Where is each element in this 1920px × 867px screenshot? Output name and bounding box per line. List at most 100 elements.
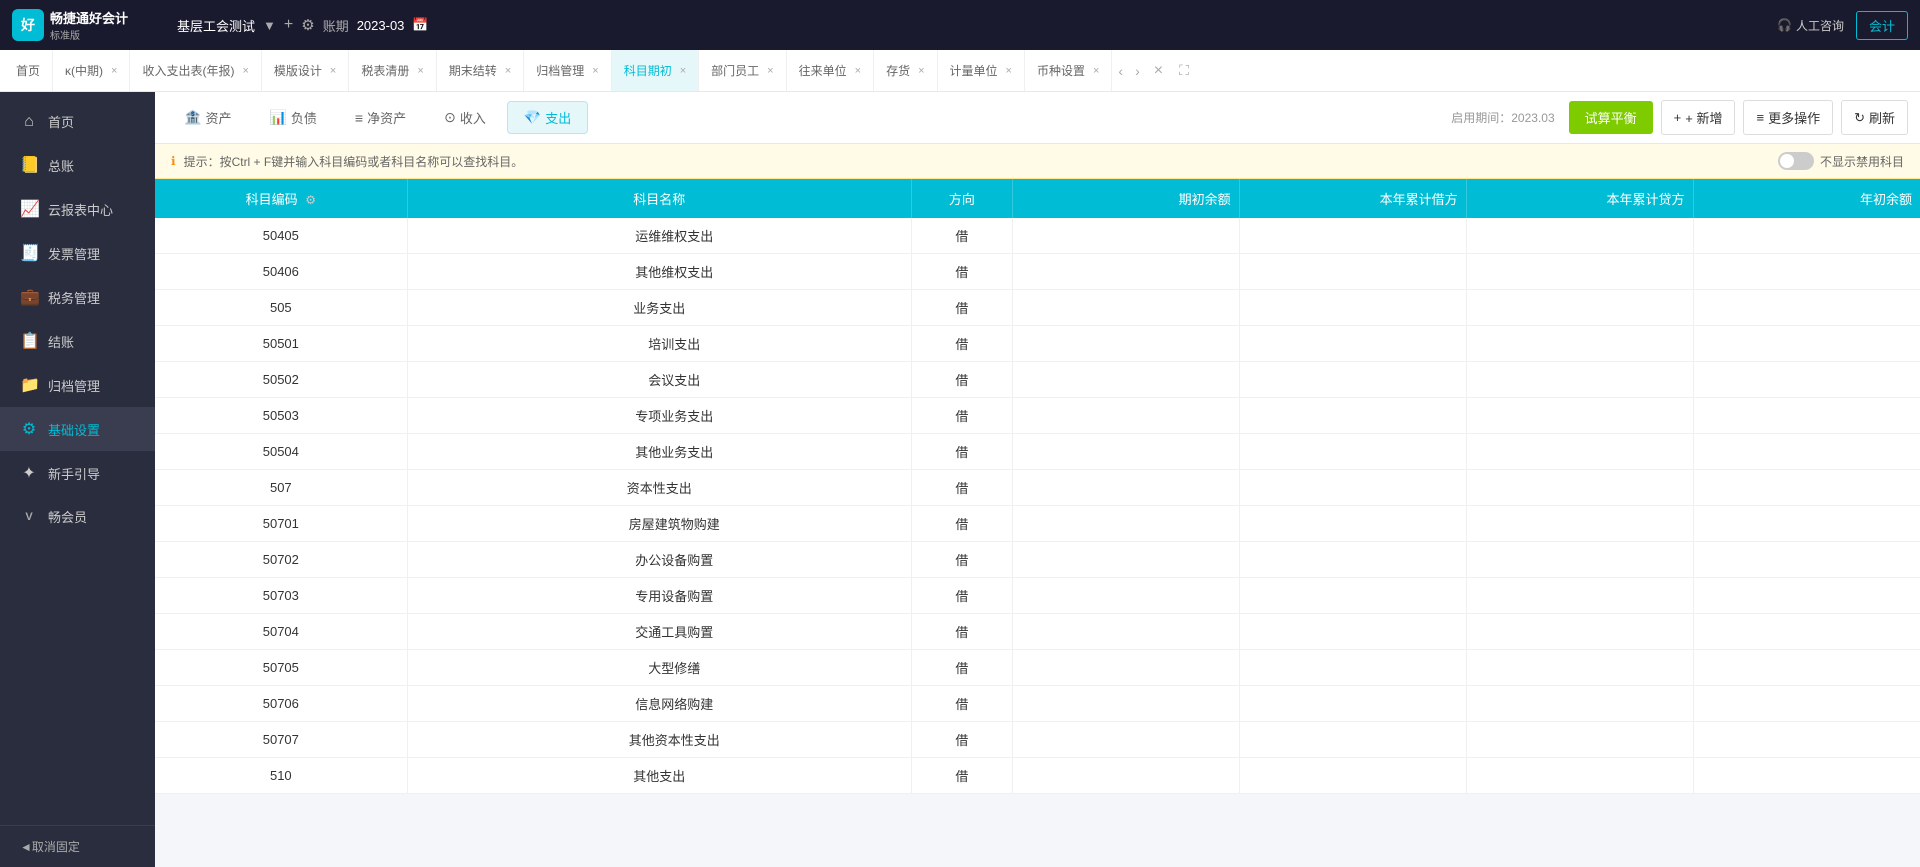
tab-close-period[interactable]: × (505, 65, 511, 77)
sidebar-item-settle[interactable]: 📋 结账 (0, 319, 155, 363)
cell-debit (1239, 542, 1466, 578)
sidebar-label-report: 云报表中心 (48, 200, 113, 219)
table-row[interactable]: 50706信息网络购建借 (155, 686, 1920, 722)
table-row[interactable]: 50704交通工具购置借 (155, 614, 1920, 650)
add-button[interactable]: + + 新增 (1661, 100, 1736, 135)
gear-icon[interactable]: ⚙ (305, 193, 316, 207)
sidebar-item-invoice[interactable]: 🧾 发票管理 (0, 231, 155, 275)
sidebar-item-guide[interactable]: ✦ 新手引导 (0, 451, 155, 495)
tab-income[interactable]: 收入支出表(年报)× (130, 50, 261, 91)
table-row[interactable]: 50502会议支出借 (155, 362, 1920, 398)
table-row[interactable]: 50703专用设备购置借 (155, 578, 1920, 614)
table-row[interactable]: 510其他支出借 (155, 758, 1920, 794)
header-year: 年初余额 (1693, 179, 1920, 218)
sidebar-item-report[interactable]: 📈 云报表中心 (0, 187, 155, 231)
tab-tax[interactable]: 税表清册× (349, 50, 436, 91)
cell-debit (1239, 434, 1466, 470)
cell-balance (1012, 614, 1239, 650)
balance-button[interactable]: 试算平衡 (1569, 101, 1653, 134)
toggle-switch[interactable] (1778, 152, 1814, 170)
tab-close-measure[interactable]: × (1006, 65, 1012, 77)
table-row[interactable]: 50405运维维权支出借 (155, 218, 1920, 254)
sidebar-item-ledger[interactable]: 📒 总账 (0, 143, 155, 187)
table-row[interactable]: 50707其他资本性支出借 (155, 722, 1920, 758)
tab-dept[interactable]: 部门员工× (699, 50, 786, 91)
table-row[interactable]: 50501培训支出借 (155, 326, 1920, 362)
logo-area: 好 畅捷通好会计 标准版 (12, 8, 167, 42)
cell-name: 专项业务支出 (407, 398, 911, 434)
table-row[interactable]: 50503专项业务支出借 (155, 398, 1920, 434)
tab-stock[interactable]: 存货× (874, 50, 937, 91)
subtab-asset[interactable]: 🏦 资产 (167, 101, 248, 134)
logo-icon: 好 (12, 9, 44, 41)
tab-close-currency[interactable]: × (1093, 65, 1099, 77)
tab-close-dept[interactable]: × (767, 65, 773, 77)
sidebar-item-tax[interactable]: 💼 税务管理 (0, 275, 155, 319)
subtab-liability[interactable]: 📊 负债 (252, 101, 333, 134)
table-row[interactable]: 50702办公设备购置借 (155, 542, 1920, 578)
tab-close-subject[interactable]: × (680, 65, 686, 77)
tab-close-stock[interactable]: × (918, 65, 924, 77)
tab-home[interactable]: 首页 (4, 50, 53, 91)
cell-credit (1466, 578, 1693, 614)
tab-unit[interactable]: 往来单位× (787, 50, 874, 91)
add-company-button[interactable]: + (284, 16, 293, 34)
subtab-income[interactable]: ⊙ 收入 (427, 101, 503, 134)
tab-prev-button[interactable]: ‹ (1112, 63, 1129, 79)
subtab-expense-label: 支出 (545, 108, 571, 127)
cell-dir: 借 (911, 362, 1012, 398)
table-row[interactable]: 50705大型修缮借 (155, 650, 1920, 686)
tab-template[interactable]: 模版设计× (262, 50, 349, 91)
subtab-net[interactable]: ≡ 净资产 (338, 101, 423, 134)
logo-text: 畅捷通好会计 (50, 8, 128, 27)
main-layout: ⌂ 首页 📒 总账 📈 云报表中心 🧾 发票管理 💼 税务管理 📋 结账 (0, 92, 1920, 867)
tab-archive[interactable]: 归档管理× (524, 50, 611, 91)
tab-kz[interactable]: κ(中期)× (53, 50, 130, 91)
table-row[interactable]: 50701房屋建筑物购建借 (155, 506, 1920, 542)
tab-close-tax[interactable]: × (417, 65, 423, 77)
tab-next-button[interactable]: › (1129, 63, 1146, 79)
tab-close-income[interactable]: × (242, 65, 248, 77)
cell-debit (1239, 686, 1466, 722)
sidebar-footer[interactable]: ◄取消固定 (0, 825, 155, 867)
table-row[interactable]: 507资本性支出借 (155, 470, 1920, 506)
asset-icon: 🏦 (184, 109, 201, 126)
report-icon: 📈 (20, 199, 38, 219)
tab-close-unit[interactable]: × (855, 65, 861, 77)
refresh-button[interactable]: ↻ 刷新 (1841, 100, 1908, 135)
help-button[interactable]: 🎧 人工咨询 (1777, 17, 1844, 34)
table-row[interactable]: 505业务支出借 (155, 290, 1920, 326)
account-button[interactable]: 会计 (1856, 11, 1908, 40)
cell-year (1693, 506, 1920, 542)
archive-icon: 📁 (20, 375, 38, 395)
tab-fullscreen-button[interactable]: ⛶ (1171, 62, 1197, 79)
cell-code: 50405 (155, 218, 407, 254)
table-row[interactable]: 50504其他业务支出借 (155, 434, 1920, 470)
header-balance: 期初余额 (1012, 179, 1239, 218)
cell-year (1693, 758, 1920, 794)
tab-close-all-button[interactable]: × (1146, 62, 1171, 80)
tab-close-template[interactable]: × (330, 65, 336, 77)
table-row[interactable]: 50406其他维权支出借 (155, 254, 1920, 290)
tab-close-archive[interactable]: × (592, 65, 598, 77)
add-icon: + (1674, 110, 1682, 125)
period-info: 启用期间：2023.03 (1451, 109, 1554, 126)
cell-credit (1466, 506, 1693, 542)
calendar-icon[interactable]: 📅 (412, 17, 428, 33)
tab-close-kz[interactable]: × (111, 65, 117, 77)
sidebar-item-settings[interactable]: ⚙ 基础设置 (0, 407, 155, 451)
sidebar-item-archive[interactable]: 📁 归档管理 (0, 363, 155, 407)
sidebar-item-member[interactable]: V 畅会员 (0, 495, 155, 538)
tab-measure[interactable]: 计量单位× (938, 50, 1025, 91)
guide-icon: ✦ (20, 463, 38, 483)
tab-subject[interactable]: 科目期初× (612, 50, 699, 91)
more-button[interactable]: ≡ 更多操作 (1743, 100, 1833, 135)
cell-debit (1239, 362, 1466, 398)
sidebar-label-invoice: 发票管理 (48, 244, 100, 263)
sidebar-item-home[interactable]: ⌂ 首页 (0, 100, 155, 143)
cell-credit (1466, 650, 1693, 686)
company-settings-icon[interactable]: ⚙ (301, 16, 314, 34)
tab-currency[interactable]: 币种设置× (1025, 50, 1112, 91)
subtab-expense[interactable]: 💎 支出 (507, 101, 588, 134)
tab-period[interactable]: 期末结转× (437, 50, 524, 91)
